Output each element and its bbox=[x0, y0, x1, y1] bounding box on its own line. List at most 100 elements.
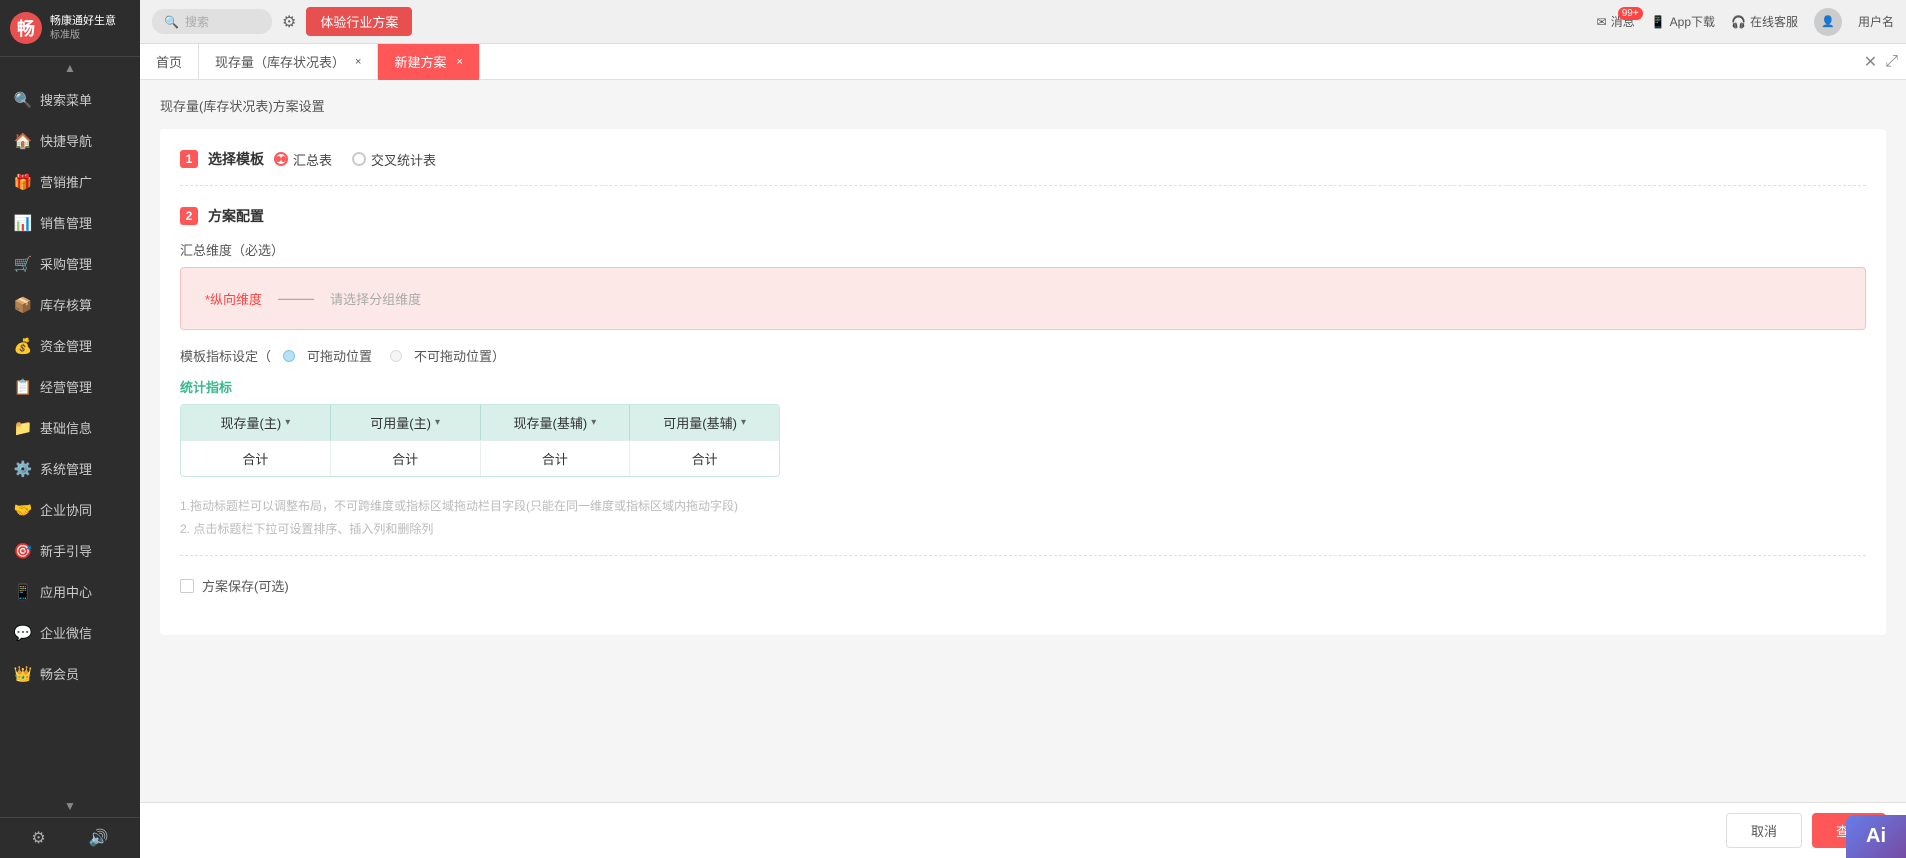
footer-bar: 取消 查询 bbox=[140, 802, 1906, 858]
step2-section: 2 方案配置 汇总维度（必选） *纵向维度 —— 请选择分组维度 模板指标设定（… bbox=[180, 206, 1866, 595]
sidebar-item-system[interactable]: ⚙️ 系统管理 bbox=[0, 448, 140, 489]
step2-title: 方案配置 bbox=[208, 206, 264, 226]
search-menu-icon: 🔍 bbox=[14, 91, 32, 109]
stat-col-3-label: 可用量(基辅) bbox=[663, 413, 737, 432]
sidebar-settings-btn[interactable]: ⚙ bbox=[31, 828, 45, 848]
stat-col-0[interactable]: 现存量(主) ▾ bbox=[181, 405, 331, 440]
basic-icon: 📁 bbox=[14, 419, 32, 437]
sidebar-item-purchase[interactable]: 🛒 采购管理 bbox=[0, 243, 140, 284]
settings-gear-icon[interactable]: ⚙ bbox=[282, 12, 296, 32]
stat-col-0-label: 现存量(主) bbox=[221, 413, 282, 432]
radio-group: 汇总表 交叉统计表 bbox=[274, 150, 436, 169]
stat-cell-0-0: 合计 bbox=[181, 441, 331, 476]
tab-new-plan-close[interactable]: × bbox=[456, 56, 462, 68]
stat-cell-0-1: 合计 bbox=[331, 441, 481, 476]
expand-panel-icon[interactable]: ⤢ bbox=[1885, 53, 1898, 71]
username[interactable]: 用户名 bbox=[1858, 13, 1894, 30]
stat-col-1-label: 可用量(主) bbox=[370, 413, 431, 432]
shortcut-icon: 🏠 bbox=[14, 132, 32, 150]
sidebar-scroll-down[interactable]: ▼ bbox=[0, 795, 140, 817]
message-btn[interactable]: ✉ 消息 99+ bbox=[1597, 13, 1635, 30]
stat-col-1[interactable]: 可用量(主) ▾ bbox=[331, 405, 481, 440]
tab-new-plan[interactable]: 新建方案 × bbox=[378, 44, 479, 80]
app-download-btn[interactable]: 📱 App下载 bbox=[1651, 13, 1715, 30]
tip-2: 2. 点击标题栏下拉可设置排序、插入列和删除列 bbox=[180, 520, 1866, 539]
tabs-right: ✕ ⤢ bbox=[1856, 52, 1906, 72]
topbar: 🔍 搜索 ⚙ 体验行业方案 ✉ 消息 99+ 📱 App下载 🎧 在线客服 👤 … bbox=[140, 0, 1906, 44]
radio-summary[interactable]: 汇总表 bbox=[274, 150, 332, 169]
sidebar-item-finance[interactable]: 💰 资金管理 bbox=[0, 325, 140, 366]
tab-home[interactable]: 首页 bbox=[140, 44, 199, 80]
tabs-bar: 首页 现存量（库存状况表） × 新建方案 × ✕ ⤢ bbox=[140, 44, 1906, 80]
chevron-down-icon-0: ▾ bbox=[285, 417, 290, 428]
newbie-icon: 🎯 bbox=[14, 542, 32, 560]
summary-dimension-label: 汇总维度（必选） bbox=[180, 240, 1866, 259]
online-service-btn[interactable]: 🎧 在线客服 bbox=[1731, 13, 1798, 30]
stat-table: 现存量(主) ▾ 可用量(主) ▾ 现存量(基辅) ▾ 可用量(基辅) bbox=[180, 404, 780, 477]
radio-cross[interactable]: 交叉统计表 bbox=[352, 150, 436, 169]
sidebar-item-label: 搜索菜单 bbox=[40, 90, 92, 109]
stat-col-3[interactable]: 可用量(基辅) ▾ bbox=[630, 405, 779, 440]
save-checkbox[interactable] bbox=[180, 579, 194, 593]
cancel-button[interactable]: 取消 bbox=[1726, 813, 1802, 848]
dimension-box[interactable]: *纵向维度 —— 请选择分组维度 bbox=[180, 267, 1866, 330]
stat-col-2-label: 现存量(基辅) bbox=[514, 413, 588, 432]
sidebar-item-label: 快捷导航 bbox=[40, 131, 92, 150]
sidebar-item-label: 资金管理 bbox=[40, 336, 92, 355]
service-icon: 🎧 bbox=[1731, 15, 1746, 29]
stat-section-title: 统计指标 bbox=[180, 377, 1866, 396]
operations-icon: 📋 bbox=[14, 378, 32, 396]
step1-number: 1 bbox=[180, 150, 198, 168]
avatar[interactable]: 👤 bbox=[1814, 8, 1842, 36]
step1-divider bbox=[180, 185, 1866, 186]
system-icon: ⚙️ bbox=[14, 460, 32, 478]
sidebar-item-marketing[interactable]: 🎁 营销推广 bbox=[0, 161, 140, 202]
finance-icon: 💰 bbox=[14, 337, 32, 355]
sidebar-item-cooperation[interactable]: 🤝 企业协同 bbox=[0, 489, 140, 530]
marketing-icon: 🎁 bbox=[14, 173, 32, 191]
draggable-label: 可拖动位置 bbox=[307, 346, 372, 365]
online-service-label: 在线客服 bbox=[1750, 13, 1798, 30]
sidebar-item-sales[interactable]: 📊 销售管理 bbox=[0, 202, 140, 243]
dimension-placeholder[interactable]: 请选择分组维度 bbox=[330, 289, 421, 308]
inventory-icon: 📦 bbox=[14, 296, 32, 314]
sidebar-logo: 畅 畅康通好生意 标准版 bbox=[0, 0, 140, 57]
step1-section: 1 选择模板 汇总表 交叉统计表 bbox=[180, 149, 1866, 186]
sidebar-item-shortcut[interactable]: 🏠 快捷导航 bbox=[0, 120, 140, 161]
sidebar-item-label: 企业微信 bbox=[40, 623, 92, 642]
sidebar-item-vip[interactable]: 👑 畅会员 bbox=[0, 653, 140, 694]
non-draggable-label: 不可拖动位置） bbox=[414, 346, 505, 365]
close-panel-icon[interactable]: ✕ bbox=[1864, 52, 1877, 72]
sidebar-item-operations[interactable]: 📋 经营管理 bbox=[0, 366, 140, 407]
tab-inventory-status-close[interactable]: × bbox=[355, 56, 361, 68]
sidebar-item-label: 企业协同 bbox=[40, 500, 92, 519]
stat-cell-0-3: 合计 bbox=[630, 441, 779, 476]
sidebar-bottom: ⚙ 🔊 bbox=[0, 817, 140, 858]
purchase-icon: 🛒 bbox=[14, 255, 32, 273]
sidebar-item-inventory[interactable]: 📦 库存核算 bbox=[0, 284, 140, 325]
non-draggable-badge bbox=[390, 350, 402, 362]
sidebar-item-label: 系统管理 bbox=[40, 459, 92, 478]
stat-col-2[interactable]: 现存量(基辅) ▾ bbox=[481, 405, 631, 440]
sidebar-item-label: 新手引导 bbox=[40, 541, 92, 560]
dimension-separator: —— bbox=[278, 288, 314, 309]
sidebar-item-search-menu[interactable]: 🔍 搜索菜单 bbox=[0, 79, 140, 120]
topbar-search[interactable]: 🔍 搜索 bbox=[152, 9, 272, 34]
chevron-down-icon-3: ▾ bbox=[741, 417, 746, 428]
main-area: 🔍 搜索 ⚙ 体验行业方案 ✉ 消息 99+ 📱 App下载 🎧 在线客服 👤 … bbox=[140, 0, 1906, 858]
indicator-settings: 模板指标设定（ 可拖动位置 不可拖动位置） bbox=[180, 346, 1866, 365]
topbar-right: ✉ 消息 99+ 📱 App下载 🎧 在线客服 👤 用户名 bbox=[1597, 8, 1894, 36]
sidebar-item-basic[interactable]: 📁 基础信息 bbox=[0, 407, 140, 448]
trial-btn[interactable]: 体验行业方案 bbox=[306, 7, 412, 36]
tab-inventory-status[interactable]: 现存量（库存状况表） × bbox=[199, 44, 378, 80]
sidebar-item-label: 库存核算 bbox=[40, 295, 92, 314]
message-icon: ✉ bbox=[1597, 15, 1607, 29]
search-placeholder-text: 搜索 bbox=[185, 13, 209, 30]
ai-fab-button[interactable]: Ai bbox=[1846, 815, 1906, 858]
sidebar-volume-btn[interactable]: 🔊 bbox=[89, 828, 109, 848]
sidebar-item-appstore[interactable]: 📱 应用中心 bbox=[0, 571, 140, 612]
sidebar-item-newbie[interactable]: 🎯 新手引导 bbox=[0, 530, 140, 571]
search-icon: 🔍 bbox=[164, 15, 179, 29]
sidebar-scroll-up[interactable]: ▲ bbox=[0, 57, 140, 79]
sidebar-item-wechat[interactable]: 💬 企业微信 bbox=[0, 612, 140, 653]
